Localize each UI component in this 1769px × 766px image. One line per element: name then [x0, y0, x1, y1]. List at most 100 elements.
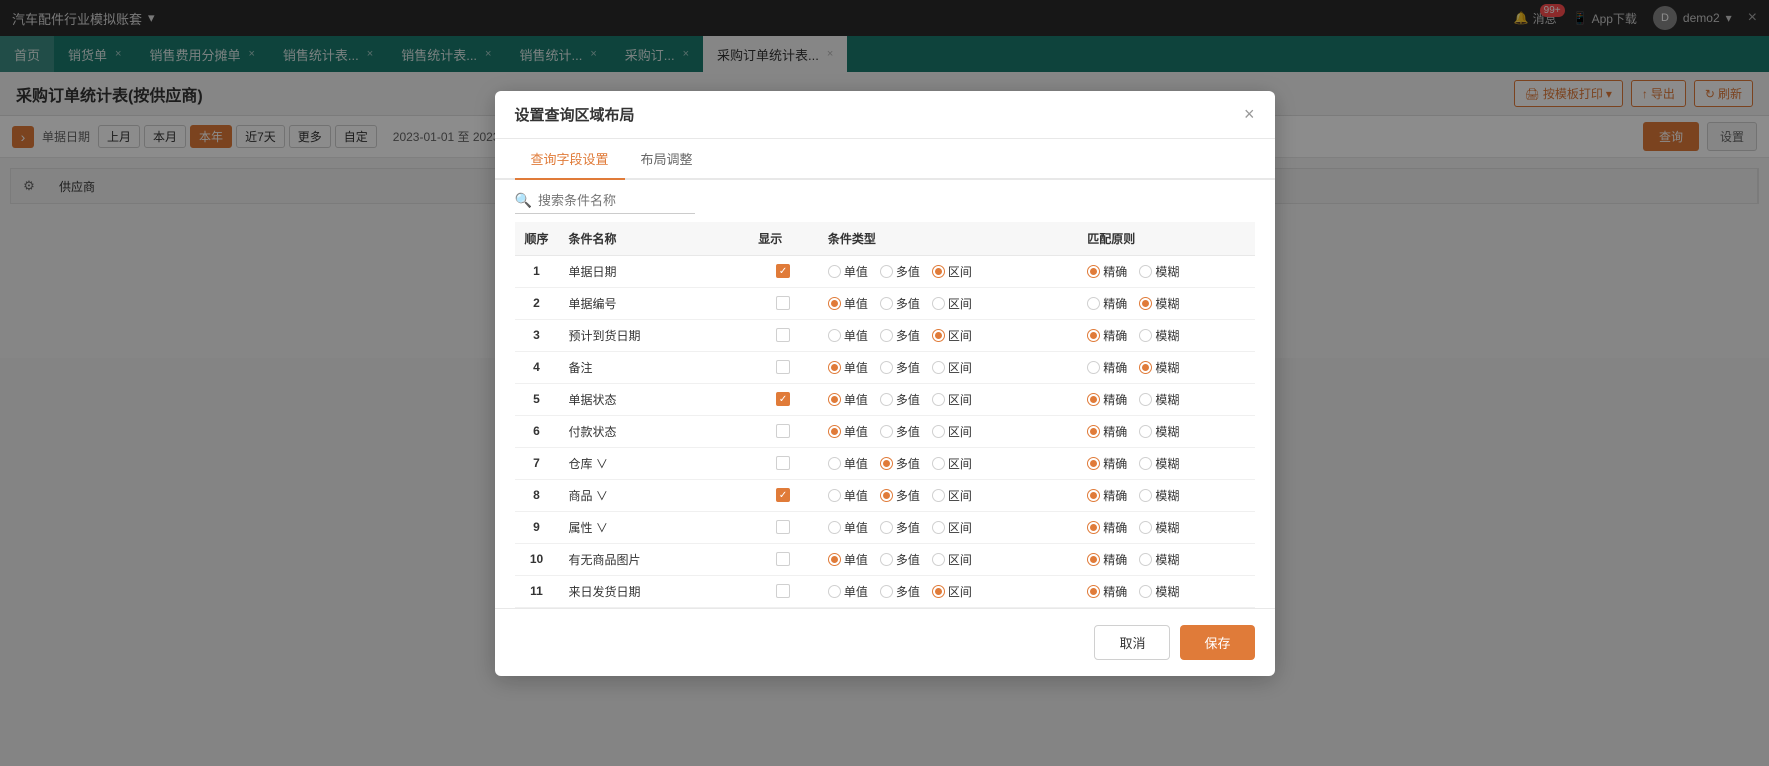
- display-checkbox[interactable]: [776, 328, 790, 342]
- radio-match-精确[interactable]: 精确: [1087, 391, 1127, 408]
- radio-match-精确[interactable]: 精确: [1087, 551, 1127, 568]
- radio-match-模糊-input[interactable]: [1139, 457, 1152, 470]
- radio-match-精确-input[interactable]: [1087, 521, 1100, 534]
- radio-item-单值[interactable]: 单值: [828, 359, 868, 376]
- radio-item-区间[interactable]: 区间: [932, 263, 972, 280]
- radio-match-模糊-input[interactable]: [1139, 553, 1152, 566]
- modal-tab-field-settings[interactable]: 查询字段设置: [515, 139, 625, 180]
- radio-item-多值[interactable]: 多值: [880, 583, 920, 600]
- modal-overlay[interactable]: 设置查询区域布局 × 查询字段设置 布局调整 🔍: [0, 0, 1769, 766]
- radio-多值[interactable]: [880, 553, 893, 566]
- radio-match-精确-input[interactable]: [1087, 585, 1100, 598]
- radio-单值[interactable]: [828, 361, 841, 374]
- radio-item-多值[interactable]: 多值: [880, 295, 920, 312]
- cell-display[interactable]: [748, 447, 818, 479]
- radio-多值[interactable]: [880, 521, 893, 534]
- cell-display[interactable]: [748, 575, 818, 607]
- radio-多值[interactable]: [880, 457, 893, 470]
- radio-match-精确-input[interactable]: [1087, 457, 1100, 470]
- radio-match-精确-input[interactable]: [1087, 265, 1100, 278]
- display-checkbox[interactable]: [776, 296, 790, 310]
- radio-区间[interactable]: [932, 361, 945, 374]
- radio-单值[interactable]: [828, 265, 841, 278]
- radio-item-单值[interactable]: 单值: [828, 519, 868, 536]
- radio-区间[interactable]: [932, 393, 945, 406]
- display-checkbox[interactable]: [776, 552, 790, 566]
- radio-单值[interactable]: [828, 553, 841, 566]
- radio-match-模糊-input[interactable]: [1139, 361, 1152, 374]
- radio-item-多值[interactable]: 多值: [880, 263, 920, 280]
- radio-单值[interactable]: [828, 585, 841, 598]
- search-input[interactable]: [538, 193, 678, 208]
- radio-match-精确-input[interactable]: [1087, 553, 1100, 566]
- radio-match-模糊-input[interactable]: [1139, 425, 1152, 438]
- radio-item-多值[interactable]: 多值: [880, 359, 920, 376]
- radio-区间[interactable]: [932, 265, 945, 278]
- radio-item-多值[interactable]: 多值: [880, 519, 920, 536]
- radio-单值[interactable]: [828, 521, 841, 534]
- radio-match-精确[interactable]: 精确: [1087, 263, 1127, 280]
- radio-单值[interactable]: [828, 489, 841, 502]
- radio-单值[interactable]: [828, 297, 841, 310]
- cell-display[interactable]: [748, 351, 818, 383]
- radio-match-精确[interactable]: 精确: [1087, 519, 1127, 536]
- display-checkbox[interactable]: [776, 520, 790, 534]
- radio-match-精确[interactable]: 精确: [1087, 487, 1127, 504]
- radio-match-精确-input[interactable]: [1087, 489, 1100, 502]
- radio-match-精确[interactable]: 精确: [1087, 359, 1127, 376]
- cell-display[interactable]: [748, 287, 818, 319]
- display-checkbox[interactable]: [776, 392, 790, 406]
- radio-match-模糊-input[interactable]: [1139, 585, 1152, 598]
- radio-区间[interactable]: [932, 489, 945, 502]
- modal-tab-layout-adjust[interactable]: 布局调整: [625, 139, 709, 180]
- radio-多值[interactable]: [880, 393, 893, 406]
- radio-item-单值[interactable]: 单值: [828, 391, 868, 408]
- radio-item-区间[interactable]: 区间: [932, 295, 972, 312]
- radio-match-模糊-input[interactable]: [1139, 329, 1152, 342]
- radio-match-模糊-input[interactable]: [1139, 265, 1152, 278]
- radio-item-单值[interactable]: 单值: [828, 263, 868, 280]
- cell-display[interactable]: [748, 383, 818, 415]
- display-checkbox[interactable]: [776, 424, 790, 438]
- radio-match-模糊[interactable]: 模糊: [1139, 583, 1179, 600]
- radio-match-精确[interactable]: 精确: [1087, 423, 1127, 440]
- radio-match-精确-input[interactable]: [1087, 361, 1100, 374]
- radio-match-模糊-input[interactable]: [1139, 521, 1152, 534]
- cell-display[interactable]: [748, 543, 818, 575]
- radio-match-模糊[interactable]: 模糊: [1139, 455, 1179, 472]
- radio-区间[interactable]: [932, 425, 945, 438]
- cell-display[interactable]: [748, 255, 818, 287]
- radio-item-区间[interactable]: 区间: [932, 423, 972, 440]
- radio-单值[interactable]: [828, 425, 841, 438]
- radio-区间[interactable]: [932, 553, 945, 566]
- radio-match-精确-input[interactable]: [1087, 425, 1100, 438]
- radio-区间[interactable]: [932, 457, 945, 470]
- radio-item-区间[interactable]: 区间: [932, 487, 972, 504]
- radio-match-模糊[interactable]: 模糊: [1139, 327, 1179, 344]
- radio-item-单值[interactable]: 单值: [828, 295, 868, 312]
- radio-item-单值[interactable]: 单值: [828, 455, 868, 472]
- radio-区间[interactable]: [932, 329, 945, 342]
- radio-match-模糊[interactable]: 模糊: [1139, 391, 1179, 408]
- radio-item-单值[interactable]: 单值: [828, 487, 868, 504]
- cancel-button[interactable]: 取消: [1094, 625, 1170, 660]
- radio-item-区间[interactable]: 区间: [932, 391, 972, 408]
- radio-item-多值[interactable]: 多值: [880, 455, 920, 472]
- radio-match-模糊[interactable]: 模糊: [1139, 295, 1179, 312]
- radio-item-区间[interactable]: 区间: [932, 327, 972, 344]
- radio-match-模糊[interactable]: 模糊: [1139, 551, 1179, 568]
- radio-match-精确[interactable]: 精确: [1087, 327, 1127, 344]
- radio-match-模糊[interactable]: 模糊: [1139, 487, 1179, 504]
- radio-item-单值[interactable]: 单值: [828, 423, 868, 440]
- radio-match-精确-input[interactable]: [1087, 393, 1100, 406]
- radio-单值[interactable]: [828, 457, 841, 470]
- radio-区间[interactable]: [932, 585, 945, 598]
- display-checkbox[interactable]: [776, 488, 790, 502]
- radio-多值[interactable]: [880, 361, 893, 374]
- radio-match-精确[interactable]: 精确: [1087, 583, 1127, 600]
- cell-display[interactable]: [748, 319, 818, 351]
- save-button[interactable]: 保存: [1180, 625, 1254, 660]
- radio-item-区间[interactable]: 区间: [932, 455, 972, 472]
- cell-display[interactable]: [748, 511, 818, 543]
- radio-match-精确[interactable]: 精确: [1087, 295, 1127, 312]
